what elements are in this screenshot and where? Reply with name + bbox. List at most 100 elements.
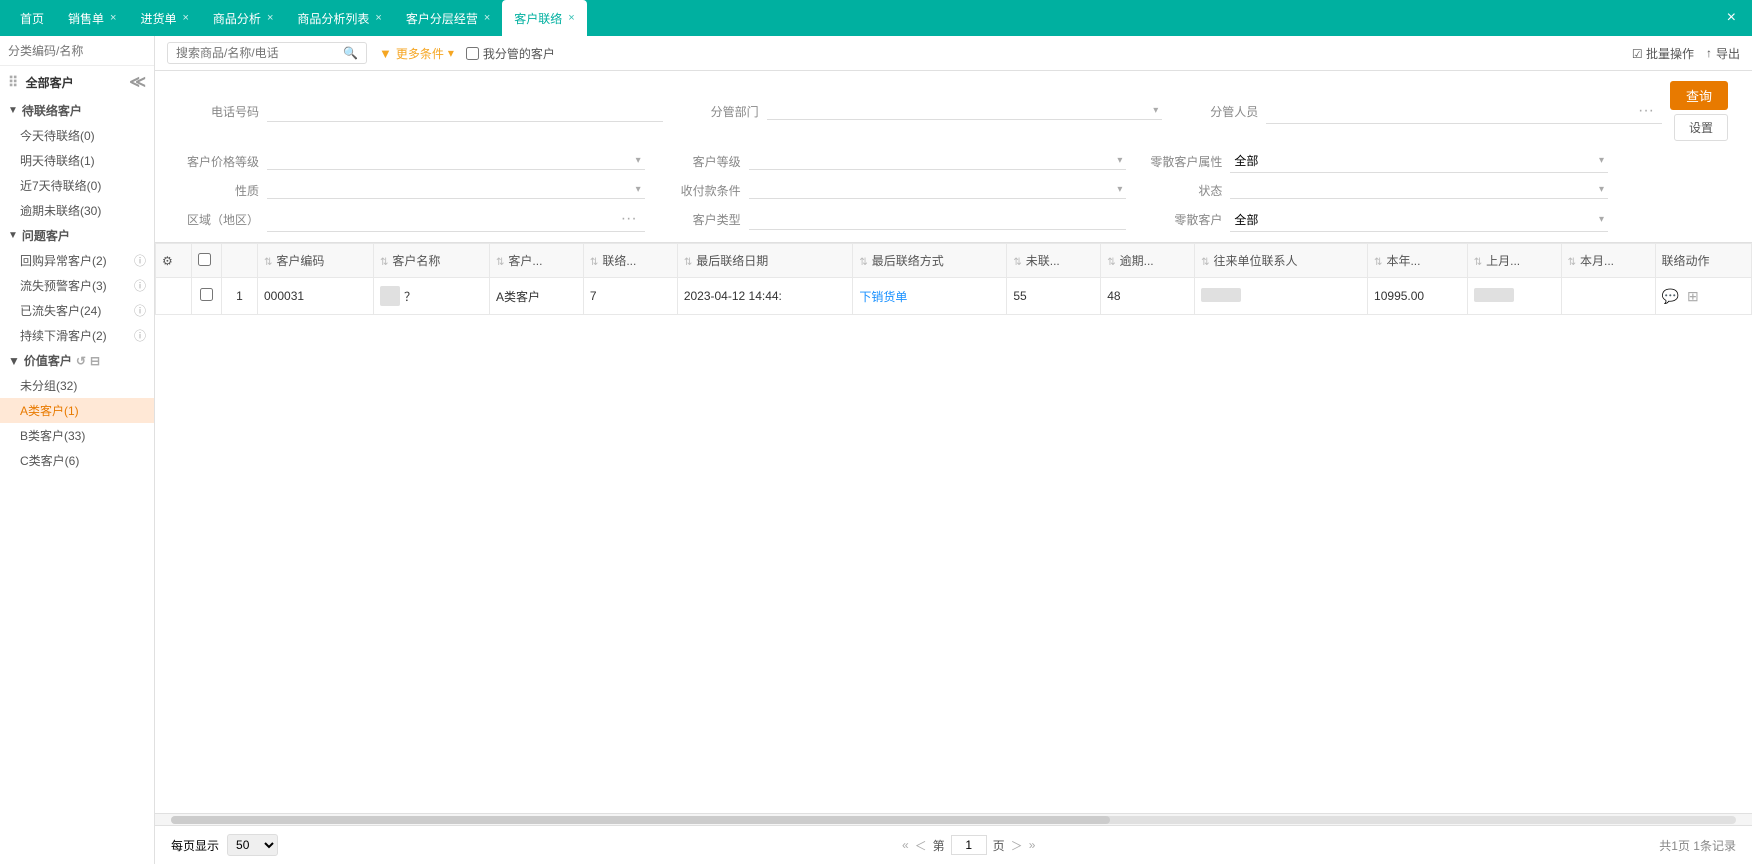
filter-customer-level-select[interactable]: ▾	[749, 152, 1127, 170]
column-last-month[interactable]: ⇅上月...	[1467, 244, 1561, 278]
prev-page-button[interactable]: ＜	[915, 837, 927, 854]
current-page-input[interactable]	[951, 835, 987, 855]
more-filters-button[interactable]: ▼ 更多条件 ▾	[379, 45, 454, 62]
column-related-contact[interactable]: ⇅往来单位联系人	[1195, 244, 1368, 278]
arrow-problem-icon: ▼	[8, 230, 18, 241]
column-last-method[interactable]: ⇅最后联络方式	[853, 244, 1007, 278]
column-name[interactable]: ⇅客户名称	[374, 244, 490, 278]
nav-product-list[interactable]: 商品分析列表 ×	[285, 0, 393, 36]
sidebar-item-tomorrow[interactable]: 明天待联络(1)	[0, 148, 154, 173]
refresh-icon[interactable]: ↺	[76, 354, 86, 368]
manager-dots-icon[interactable]: ···	[1634, 102, 1658, 120]
close-customer-contact-icon[interactable]: ×	[568, 12, 574, 24]
filter-bar: 🔍 ▼ 更多条件 ▾ 我分管的客户 ☑ 批量操作 ↑ 导出	[155, 36, 1752, 71]
close-purchase-icon[interactable]: ×	[182, 12, 188, 24]
filter-region-input[interactable]: ···	[267, 207, 645, 232]
filter-nature-select[interactable]: ▾	[267, 181, 645, 199]
nav-customer-segment[interactable]: 客户分层经营 ×	[394, 0, 502, 36]
customer-table: ⚙ ⇅客户编码 ⇅客户名称 ⇅客户... ⇅联络... ⇅最后联络日期 ⇅最后联…	[155, 243, 1752, 315]
sidebar-item-ungrouped[interactable]: 未分组(32)	[0, 373, 154, 398]
search-icon[interactable]: 🔍	[343, 46, 358, 60]
my-customers-filter[interactable]: 我分管的客户	[466, 45, 555, 62]
export-button[interactable]: ↑ 导出	[1706, 45, 1740, 62]
nav-purchase-order[interactable]: 进货单 ×	[128, 0, 200, 36]
phone-input[interactable]	[271, 104, 659, 118]
close-sales-icon[interactable]: ×	[110, 12, 116, 24]
filter-price-select[interactable]: ▾	[267, 152, 645, 170]
manager-input[interactable]	[1270, 104, 1634, 118]
nav-customer-contact[interactable]: 客户联络 ×	[502, 0, 586, 36]
filter-row-2: 客户价格等级 ▾ 客户等级 ▾ 零散客户属性 全部	[171, 149, 1736, 173]
group-problem-customers[interactable]: ▼ 问题客户	[0, 223, 154, 248]
nav-home[interactable]: 首页	[8, 0, 56, 36]
filter-status-select[interactable]: ▾	[1230, 181, 1608, 199]
row-checkbox-input[interactable]	[200, 288, 213, 301]
close-product-analysis-icon[interactable]: ×	[267, 12, 273, 24]
column-uncontacted[interactable]: ⇅未联...	[1007, 244, 1101, 278]
column-gear[interactable]: ⚙	[156, 244, 192, 278]
sidebar-search-input[interactable]	[8, 44, 155, 58]
column-last-date[interactable]: ⇅最后联络日期	[677, 244, 853, 278]
batch-op-button[interactable]: ☑ 批量操作	[1632, 45, 1694, 62]
close-product-list-icon[interactable]: ×	[375, 12, 381, 24]
top-navigation: 首页 销售单 × 进货单 × 商品分析 × 商品分析列表 × 客户分层经营 × …	[0, 0, 1752, 36]
my-customers-checkbox[interactable]	[466, 47, 479, 60]
sidebar-collapse-icon[interactable]: ≪	[129, 72, 146, 92]
settings-button[interactable]: 设置	[1674, 114, 1728, 141]
search-box[interactable]: 🔍	[167, 42, 367, 64]
filter-customer-type-input[interactable]	[749, 209, 1127, 230]
first-page-button[interactable]: «	[902, 838, 909, 852]
nav-product-analysis[interactable]: 商品分析 ×	[201, 0, 285, 36]
filter-dept-select[interactable]: ▾	[767, 102, 1163, 120]
page-size-select-input[interactable]: 50 100 200	[227, 834, 278, 856]
sidebar-item-class-a[interactable]: A类客户(1)	[0, 398, 154, 423]
sidebar-item-churned[interactable]: 已流失客户(24) ⓘ	[0, 298, 154, 323]
sidebar-item-today[interactable]: 今天待联络(0)	[0, 123, 154, 148]
sidebar-all-customers[interactable]: ⠿ 全部客户 ≪	[0, 66, 154, 98]
last-method-link[interactable]: 下销货单	[859, 290, 907, 304]
close-all-button[interactable]: ×	[1719, 9, 1744, 27]
sidebar-search-box[interactable]: 🔍	[0, 36, 154, 66]
sidebar-item-class-b[interactable]: B类客户(33)	[0, 423, 154, 448]
filter-payment-select[interactable]: ▾	[749, 181, 1127, 199]
sidebar-item-declining[interactable]: 持续下滑客户(2) ⓘ	[0, 323, 154, 348]
action-share-icon[interactable]: ⊞	[1687, 288, 1699, 305]
action-message-icon[interactable]: 💬	[1662, 288, 1679, 305]
column-overdue[interactable]: ⇅逾期...	[1101, 244, 1195, 278]
scroll-track[interactable]	[171, 816, 1736, 824]
filter-retail-select[interactable]: 全部 ▾	[1230, 208, 1608, 232]
region-dots-icon[interactable]: ···	[617, 210, 641, 228]
column-code[interactable]: ⇅客户编码	[258, 244, 374, 278]
filter-region: 区域（地区） ···	[171, 207, 653, 232]
pagination-bar: 每页显示 50 100 200 « ＜ 第 页 ＞ » 共1页 1条记录	[155, 825, 1752, 864]
filter-status-label: 状态	[1142, 182, 1222, 199]
filter-phone-label: 电话号码	[179, 103, 259, 120]
column-type[interactable]: ⇅客户...	[490, 244, 584, 278]
filter-manager-input[interactable]: ···	[1266, 99, 1662, 124]
sidebar-item-churn-warning[interactable]: 流失预警客户(3) ⓘ	[0, 273, 154, 298]
column-current-year[interactable]: ⇅本年...	[1368, 244, 1468, 278]
batch-icon: ☑	[1632, 47, 1643, 61]
search-input[interactable]	[176, 46, 343, 60]
column-contact-count[interactable]: ⇅联络...	[583, 244, 677, 278]
filter-retail-attr-select[interactable]: 全部 ▾	[1230, 149, 1608, 173]
next-page-button[interactable]: ＞	[1011, 837, 1023, 854]
scroll-thumb[interactable]	[171, 816, 1110, 824]
filter-phone-input[interactable]	[267, 101, 663, 122]
settings-group-icon[interactable]: ⊟	[90, 354, 100, 368]
column-current-month[interactable]: ⇅本月...	[1561, 244, 1655, 278]
horizontal-scroll[interactable]	[155, 813, 1752, 825]
customer-type-input[interactable]	[753, 212, 1123, 226]
sidebar-item-class-c[interactable]: C类客户(6)	[0, 448, 154, 473]
region-input[interactable]	[271, 212, 617, 226]
last-page-button[interactable]: »	[1029, 838, 1036, 852]
select-all-checkbox[interactable]	[198, 253, 211, 266]
group-pending-contact[interactable]: ▼ 待联络客户	[0, 98, 154, 123]
close-customer-segment-icon[interactable]: ×	[484, 12, 490, 24]
sidebar-item-overdue[interactable]: 逾期未联络(30)	[0, 198, 154, 223]
nav-sales-order[interactable]: 销售单 ×	[56, 0, 128, 36]
sidebar-item-abnormal-repurchase[interactable]: 回购异常客户(2) ⓘ	[0, 248, 154, 273]
sidebar-item-week[interactable]: 近7天待联络(0)	[0, 173, 154, 198]
query-button[interactable]: 查询	[1670, 81, 1728, 110]
filter-price-level-label: 客户价格等级	[179, 153, 259, 170]
